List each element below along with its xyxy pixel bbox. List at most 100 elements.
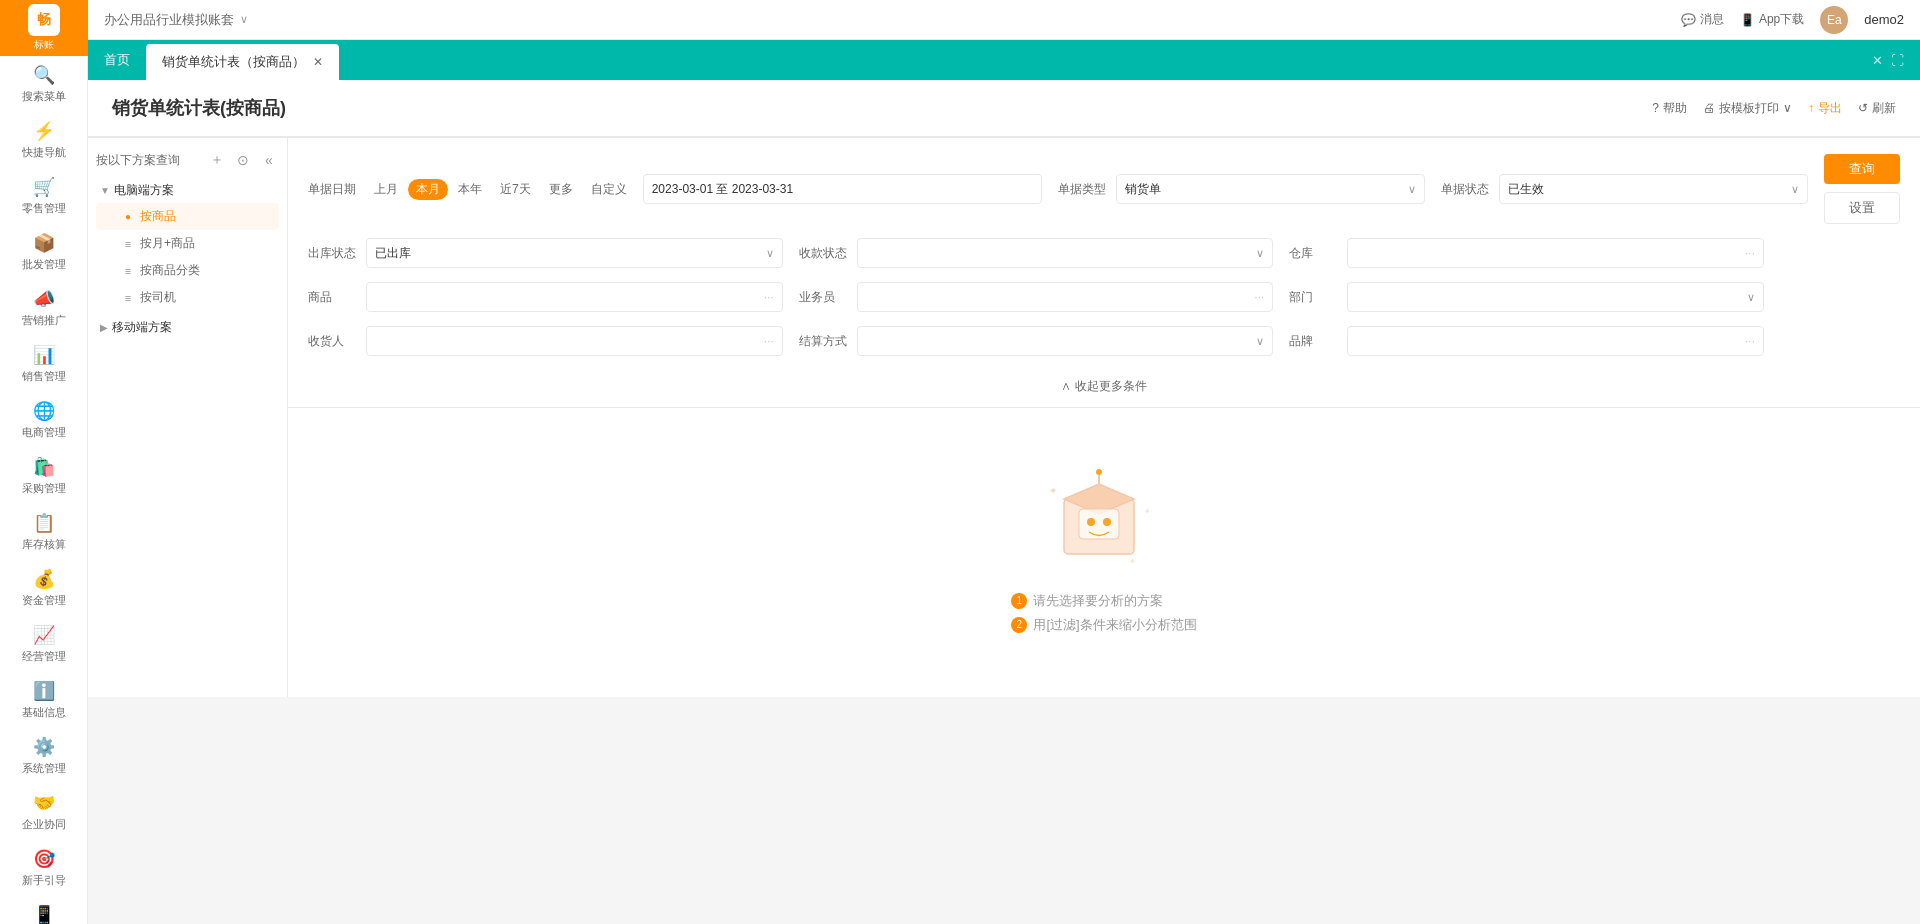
svg-point-4: [1103, 518, 1111, 526]
scheme-add-icon[interactable]: ＋: [207, 150, 227, 170]
print-icon: 🖨: [1703, 101, 1715, 115]
out-status-select[interactable]: 已出库 ∨: [366, 238, 783, 268]
app-center-icon: 📱: [33, 904, 55, 924]
app-download-button[interactable]: 📱 App下载: [1740, 11, 1804, 28]
query-button[interactable]: 查询: [1824, 154, 1900, 184]
tab-controls: ✕ ⛶: [1856, 53, 1920, 68]
message-icon: 💬: [1681, 13, 1696, 27]
logo-icon: 畅: [28, 4, 60, 36]
app-logo[interactable]: 畅 标账: [0, 0, 88, 56]
scheme-settings-icon[interactable]: ⊙: [233, 150, 253, 170]
sidebar-item-quick-nav[interactable]: ⚡ 快捷导航: [0, 112, 87, 168]
tab-expand-icon[interactable]: ⛶: [1891, 53, 1904, 68]
print-button[interactable]: 🖨 按模板打印 ∨: [1703, 100, 1792, 117]
page: 销货单统计表(按商品) ? 帮助 🖨 按模板打印 ∨ ↑ 导出 ↺ 刷新: [88, 80, 1920, 924]
scheme-item-by-month-product[interactable]: ≡ 按月+商品: [96, 230, 279, 257]
basics-icon: ℹ️: [33, 680, 55, 702]
tab-home[interactable]: 首页: [88, 40, 146, 80]
scheme-group-pc-header[interactable]: ▼ 电脑端方案: [96, 178, 279, 203]
date-btn-custom[interactable]: 自定义: [583, 179, 635, 200]
sidebar-item-label: 销售管理: [22, 369, 66, 384]
operations-icon: 📈: [33, 624, 55, 646]
filter-item-settlement: 结算方式 ∨: [799, 326, 1274, 356]
date-btn-more[interactable]: 更多: [541, 179, 581, 200]
doc-type-select[interactable]: 销货单 ∨: [1116, 174, 1425, 204]
scheme-item-by-product[interactable]: ● 按商品: [96, 203, 279, 230]
payment-status-select[interactable]: ∨: [857, 238, 1274, 268]
date-btn-this-month[interactable]: 本月: [408, 179, 448, 200]
date-range-input[interactable]: 2023-03-01 至 2023-03-31: [643, 174, 1042, 204]
sidebar-item-label: 企业协同: [22, 817, 66, 832]
warehouse-input[interactable]: ···: [1347, 238, 1764, 268]
filter-item-date: 单据日期 上月 本月 本年 近7天 更多 自定义 2023-03-01 至 20…: [308, 174, 1042, 204]
filter-item-warehouse: 仓库 ···: [1289, 238, 1764, 268]
export-button[interactable]: ↑ 导出: [1808, 100, 1842, 117]
date-quick-buttons: 上月 本月 本年 近7天 更多 自定义: [366, 174, 635, 204]
scheme-group-mobile-header[interactable]: ▶ 移动端方案: [96, 315, 279, 340]
date-btn-this-year[interactable]: 本年: [450, 179, 490, 200]
svg-rect-2: [1079, 509, 1119, 539]
salesperson-input[interactable]: ···: [857, 282, 1274, 312]
scheme-collapse-icon[interactable]: «: [259, 150, 279, 170]
tab-close-button[interactable]: ✕: [313, 55, 323, 69]
scheme-item-by-category[interactable]: ≡ 按商品分类: [96, 257, 279, 284]
sidebar-item-inventory[interactable]: 📋 库存核算: [0, 504, 87, 560]
scheme-item-by-cashier[interactable]: ≡ 按司机: [96, 284, 279, 311]
doc-type-value: 销货单: [1125, 181, 1161, 198]
sidebar-item-search[interactable]: 🔍 搜索菜单: [0, 56, 87, 112]
help-button[interactable]: ? 帮助: [1652, 100, 1687, 117]
date-label: 单据日期: [308, 181, 358, 198]
chevron-right-icon: ▶: [100, 322, 108, 333]
sidebar-item-retail[interactable]: 🛒 零售管理: [0, 168, 87, 224]
sidebar-item-label: 库存核算: [22, 537, 66, 552]
sidebar-item-operations[interactable]: 📈 经营管理: [0, 616, 87, 672]
user-avatar[interactable]: Ea: [1820, 6, 1848, 34]
sidebar-item-ecommerce[interactable]: 🌐 电商管理: [0, 392, 87, 448]
refresh-button[interactable]: ↺ 刷新: [1858, 100, 1896, 117]
message-button[interactable]: 💬 消息: [1681, 11, 1724, 28]
filter-row-2: 出库状态 已出库 ∨ 收款状态 ∨: [308, 238, 1900, 268]
sidebar-item-marketing[interactable]: 📣 营销推广: [0, 280, 87, 336]
sidebar-item-system[interactable]: ⚙️ 系统管理: [0, 728, 87, 784]
brand-input[interactable]: ···: [1347, 326, 1764, 356]
sidebar-item-wholesale[interactable]: 📦 批发管理: [0, 224, 87, 280]
tabbar: 首页 销货单统计表（按商品） ✕ ✕ ⛶: [88, 40, 1920, 80]
scheme-group-mobile: ▶ 移动端方案: [96, 315, 279, 340]
brand-label: 品牌: [1289, 333, 1339, 350]
scheme-item-label: 按商品分类: [140, 262, 200, 279]
warehouse-label: 仓库: [1289, 245, 1339, 262]
sidebar-item-purchase[interactable]: 🛍️ 采购管理: [0, 448, 87, 504]
empty-state: ✦ ✦ ✦ 1 请先选择要分析的方案 2 用[过滤]条件来缩小分析范围: [288, 409, 1920, 697]
date-btn-7days[interactable]: 近7天: [492, 179, 539, 200]
filter-item-brand: 品牌 ···: [1289, 326, 1764, 356]
filter-row-1: 单据日期 上月 本月 本年 近7天 更多 自定义 2023-03-01 至 20…: [308, 154, 1900, 224]
doc-status-select[interactable]: 已生效 ∨: [1499, 174, 1808, 204]
sidebar-item-label: 系统管理: [22, 761, 66, 776]
collapse-more-conditions[interactable]: ∧ 收起更多条件: [308, 370, 1900, 403]
product-label: 商品: [308, 289, 358, 306]
sidebar-item-app-center[interactable]: 📱 应用中心: [0, 896, 87, 924]
refresh-label: 刷新: [1872, 100, 1896, 117]
system-icon: ⚙️: [33, 736, 55, 758]
step-num-1: 1: [1011, 593, 1027, 609]
settlement-select[interactable]: ∨: [857, 326, 1274, 356]
sidebar-item-onboarding[interactable]: 🎯 新手引导: [0, 840, 87, 896]
tab-sales-stat[interactable]: 销货单统计表（按商品） ✕: [146, 44, 339, 80]
settings-button[interactable]: 设置: [1824, 192, 1900, 224]
help-icon: ?: [1652, 101, 1659, 115]
tab-close-all-icon[interactable]: ✕: [1872, 53, 1883, 68]
recipient-input[interactable]: ···: [366, 326, 783, 356]
filter-item-doc-status: 单据状态 已生效 ∨: [1441, 174, 1808, 204]
sidebar-item-sales[interactable]: 📊 销售管理: [0, 336, 87, 392]
department-select[interactable]: ∨: [1347, 282, 1764, 312]
user-avatar-text: Ea: [1827, 13, 1842, 27]
sidebar-item-enterprise[interactable]: 🤝 企业协同: [0, 784, 87, 840]
filter-item-salesperson: 业务员 ···: [799, 282, 1274, 312]
date-btn-last-month[interactable]: 上月: [366, 179, 406, 200]
sidebar-item-finance[interactable]: 💰 资金管理: [0, 560, 87, 616]
product-input[interactable]: ···: [366, 282, 783, 312]
chevron-down-icon: ∨: [240, 13, 248, 26]
main-content: 按以下方案查询 ＋ ⊙ « ▼ 电脑端方案 ● 按商品: [88, 137, 1920, 697]
chevron-down-icon: ∨: [1256, 335, 1264, 348]
sidebar-item-basics[interactable]: ℹ️ 基础信息: [0, 672, 87, 728]
